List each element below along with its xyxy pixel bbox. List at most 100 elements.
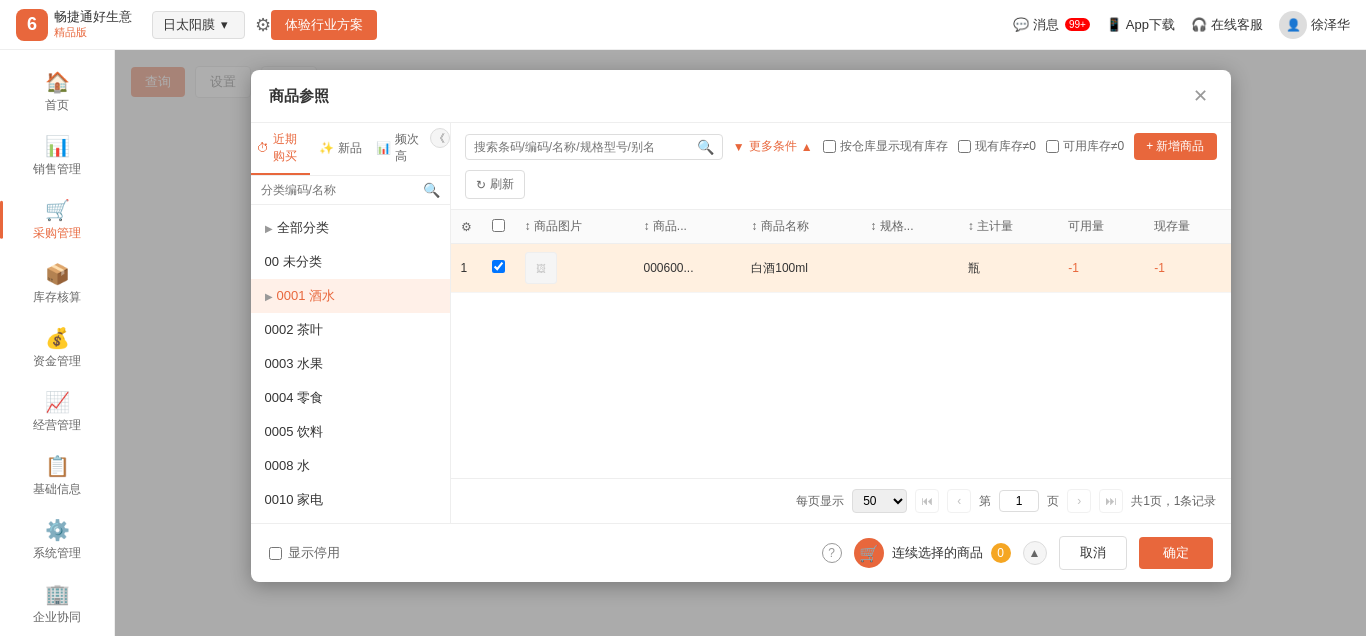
cell-idx: 1 bbox=[451, 244, 482, 293]
main-layout: 🏠 首页 📊 销售管理 🛒 采购管理 📦 库存核算 💰 资金管理 📈 经营管理 … bbox=[0, 50, 1366, 636]
col-check bbox=[482, 210, 515, 244]
sidebar-label-finance: 资金管理 bbox=[33, 353, 81, 370]
show-disabled-checkbox[interactable]: 显示停用 bbox=[269, 544, 340, 562]
checkbox-available-stock[interactable]: 现有库存≠0 bbox=[958, 138, 1036, 155]
confirm-button[interactable]: 确定 bbox=[1139, 537, 1213, 569]
category-item-0010[interactable]: 0010 家电 bbox=[251, 483, 450, 517]
modal-close-button[interactable]: ✕ bbox=[1189, 84, 1213, 108]
sidebar-item-inventory[interactable]: 📦 库存核算 bbox=[0, 252, 114, 316]
cart-label: 连续选择的商品 bbox=[892, 544, 983, 562]
page-number-input[interactable] bbox=[999, 490, 1039, 512]
top-nav: 6 畅捷通好生意 精品版 日太阳膜 ▾ ⚙ 体验行业方案 💬 消息 99+ 📱 … bbox=[0, 0, 1366, 50]
prev-page-btn[interactable]: ‹ bbox=[947, 489, 971, 513]
category-item-00[interactable]: 00 未分类 bbox=[251, 245, 450, 279]
message-icon: 💬 bbox=[1013, 17, 1029, 32]
tab-recent[interactable]: ⏱ 近期购买 bbox=[251, 123, 311, 175]
pagination: 每页显示 50 10 20 100 ⏮ ‹ 第 页 bbox=[451, 478, 1231, 523]
cell-image: 🖼 bbox=[515, 244, 634, 293]
usable-stock-checkbox[interactable] bbox=[1046, 140, 1059, 153]
modal-overlay: 商品参照 ✕ ⏱ 近期购买 ✨ bbox=[115, 50, 1366, 636]
sidebar-label-purchase: 采购管理 bbox=[33, 225, 81, 242]
sidebar-item-base[interactable]: 📋 基础信息 bbox=[0, 444, 114, 508]
image-placeholder-icon: 🖼 bbox=[536, 263, 546, 274]
logo-area: 6 畅捷通好生意 精品版 bbox=[16, 9, 132, 41]
product-search-icon[interactable]: 🔍 bbox=[697, 139, 714, 155]
nav-dropdown[interactable]: 日太阳膜 ▾ bbox=[152, 11, 245, 39]
collapse-category-btn[interactable]: 《 bbox=[430, 128, 450, 148]
sort-unit-icon[interactable]: ↕ bbox=[968, 219, 974, 233]
cell-spec bbox=[860, 244, 957, 293]
first-page-btn[interactable]: ⏮ bbox=[915, 489, 939, 513]
page-size-select[interactable]: 50 10 20 100 bbox=[852, 489, 907, 513]
mobile-icon: 📱 bbox=[1106, 17, 1122, 32]
sidebar-item-operations[interactable]: 📈 经营管理 bbox=[0, 380, 114, 444]
product-search-input[interactable] bbox=[474, 140, 691, 154]
sidebar-item-purchase[interactable]: 🛒 采购管理 bbox=[0, 188, 114, 252]
chevron-down-icon: ▾ bbox=[221, 17, 228, 32]
category-item-0001[interactable]: ▶ 0001 酒水 bbox=[251, 279, 450, 313]
last-page-btn[interactable]: ⏭ bbox=[1099, 489, 1123, 513]
sidebar-item-finance[interactable]: 💰 资金管理 bbox=[0, 316, 114, 380]
category-item-0002[interactable]: 0002 茶叶 bbox=[251, 313, 450, 347]
user-area[interactable]: 👤 徐泽华 bbox=[1279, 11, 1350, 39]
more-conditions-button[interactable]: ▼ 更多条件 ▲ bbox=[733, 138, 813, 155]
available-stock-checkbox[interactable] bbox=[958, 140, 971, 153]
home-icon: 🏠 bbox=[45, 70, 70, 94]
next-page-btn[interactable]: › bbox=[1067, 489, 1091, 513]
cart-count-badge: 0 bbox=[991, 543, 1011, 563]
online-service-item[interactable]: 🎧 在线客服 bbox=[1191, 16, 1263, 34]
sort-name-icon[interactable]: ↕ bbox=[751, 219, 757, 233]
add-product-button[interactable]: + 新增商品 bbox=[1134, 133, 1216, 160]
message-badge: 99+ bbox=[1065, 18, 1090, 31]
tab-new[interactable]: ✨ 新品 bbox=[310, 123, 370, 175]
sort-code-icon[interactable]: ↕ bbox=[643, 219, 649, 233]
cancel-button[interactable]: 取消 bbox=[1059, 536, 1127, 570]
table-row[interactable]: 1 🖼 bbox=[451, 244, 1231, 293]
sidebar: 🏠 首页 📊 销售管理 🛒 采购管理 📦 库存核算 💰 资金管理 📈 经营管理 … bbox=[0, 50, 115, 636]
trial-button[interactable]: 体验行业方案 bbox=[271, 10, 377, 40]
finance-icon: 💰 bbox=[45, 326, 70, 350]
by-warehouse-checkbox[interactable] bbox=[823, 140, 836, 153]
refresh-icon: ↻ bbox=[476, 178, 486, 192]
category-item-0005[interactable]: 0005 饮料 bbox=[251, 415, 450, 449]
collapse-footer-btn[interactable]: ▲ bbox=[1023, 541, 1047, 565]
refresh-button[interactable]: ↻ 刷新 bbox=[465, 170, 525, 199]
sort-image-icon[interactable]: ↕ bbox=[525, 219, 531, 233]
category-item-0004[interactable]: 0004 零食 bbox=[251, 381, 450, 415]
cell-code: 000600... bbox=[633, 244, 741, 293]
settings-icon[interactable]: ⚙ bbox=[255, 14, 271, 36]
category-item-all[interactable]: ▶ 全部分类 bbox=[251, 211, 450, 245]
settings-icon[interactable]: ⚙ bbox=[461, 220, 472, 234]
sidebar-item-home[interactable]: 🏠 首页 bbox=[0, 60, 114, 124]
tab-frequent[interactable]: 📊 频次高 bbox=[370, 123, 430, 175]
sidebar-label-base: 基础信息 bbox=[33, 481, 81, 498]
sidebar-label-operations: 经营管理 bbox=[33, 417, 81, 434]
row-checkbox[interactable] bbox=[492, 260, 505, 273]
select-all-checkbox[interactable] bbox=[492, 219, 505, 232]
product-table: ⚙ ↕ 商品图片 bbox=[451, 210, 1231, 478]
category-item-0008[interactable]: 0008 水 bbox=[251, 449, 450, 483]
checkbox-usable-stock[interactable]: 可用库存≠0 bbox=[1046, 138, 1124, 155]
sort-spec-icon[interactable]: ↕ bbox=[870, 219, 876, 233]
message-item[interactable]: 💬 消息 99+ bbox=[1013, 16, 1090, 34]
col-name: ↕ 商品名称 bbox=[741, 210, 860, 244]
sidebar-item-enterprise[interactable]: 🏢 企业协同 bbox=[0, 572, 114, 636]
arrow-0001-icon: ▶ bbox=[265, 291, 273, 302]
category-search-icon[interactable]: 🔍 bbox=[423, 182, 440, 198]
modal-header: 商品参照 ✕ bbox=[251, 70, 1231, 123]
app-download-item[interactable]: 📱 App下载 bbox=[1106, 16, 1175, 34]
sidebar-item-sales[interactable]: 📊 销售管理 bbox=[0, 124, 114, 188]
category-item-0003[interactable]: 0003 水果 bbox=[251, 347, 450, 381]
category-search-input[interactable] bbox=[261, 183, 417, 197]
arrow-all-icon: ▶ bbox=[265, 223, 273, 234]
help-icon[interactable]: ? bbox=[822, 543, 842, 563]
col-available: 可用量 bbox=[1058, 210, 1144, 244]
show-disabled-input[interactable] bbox=[269, 547, 282, 560]
modal-footer: 显示停用 ? 🛒 连续选择的商品 0 ▲ 取消 确定 bbox=[251, 523, 1231, 582]
cart-icon[interactable]: 🛒 bbox=[854, 538, 884, 568]
purchase-icon: 🛒 bbox=[45, 198, 70, 222]
recent-icon: ⏱ bbox=[257, 141, 269, 155]
sidebar-item-system[interactable]: ⚙️ 系统管理 bbox=[0, 508, 114, 572]
checkbox-by-warehouse[interactable]: 按仓库显示现有库存 bbox=[823, 138, 948, 155]
frequent-icon: 📊 bbox=[376, 141, 391, 155]
